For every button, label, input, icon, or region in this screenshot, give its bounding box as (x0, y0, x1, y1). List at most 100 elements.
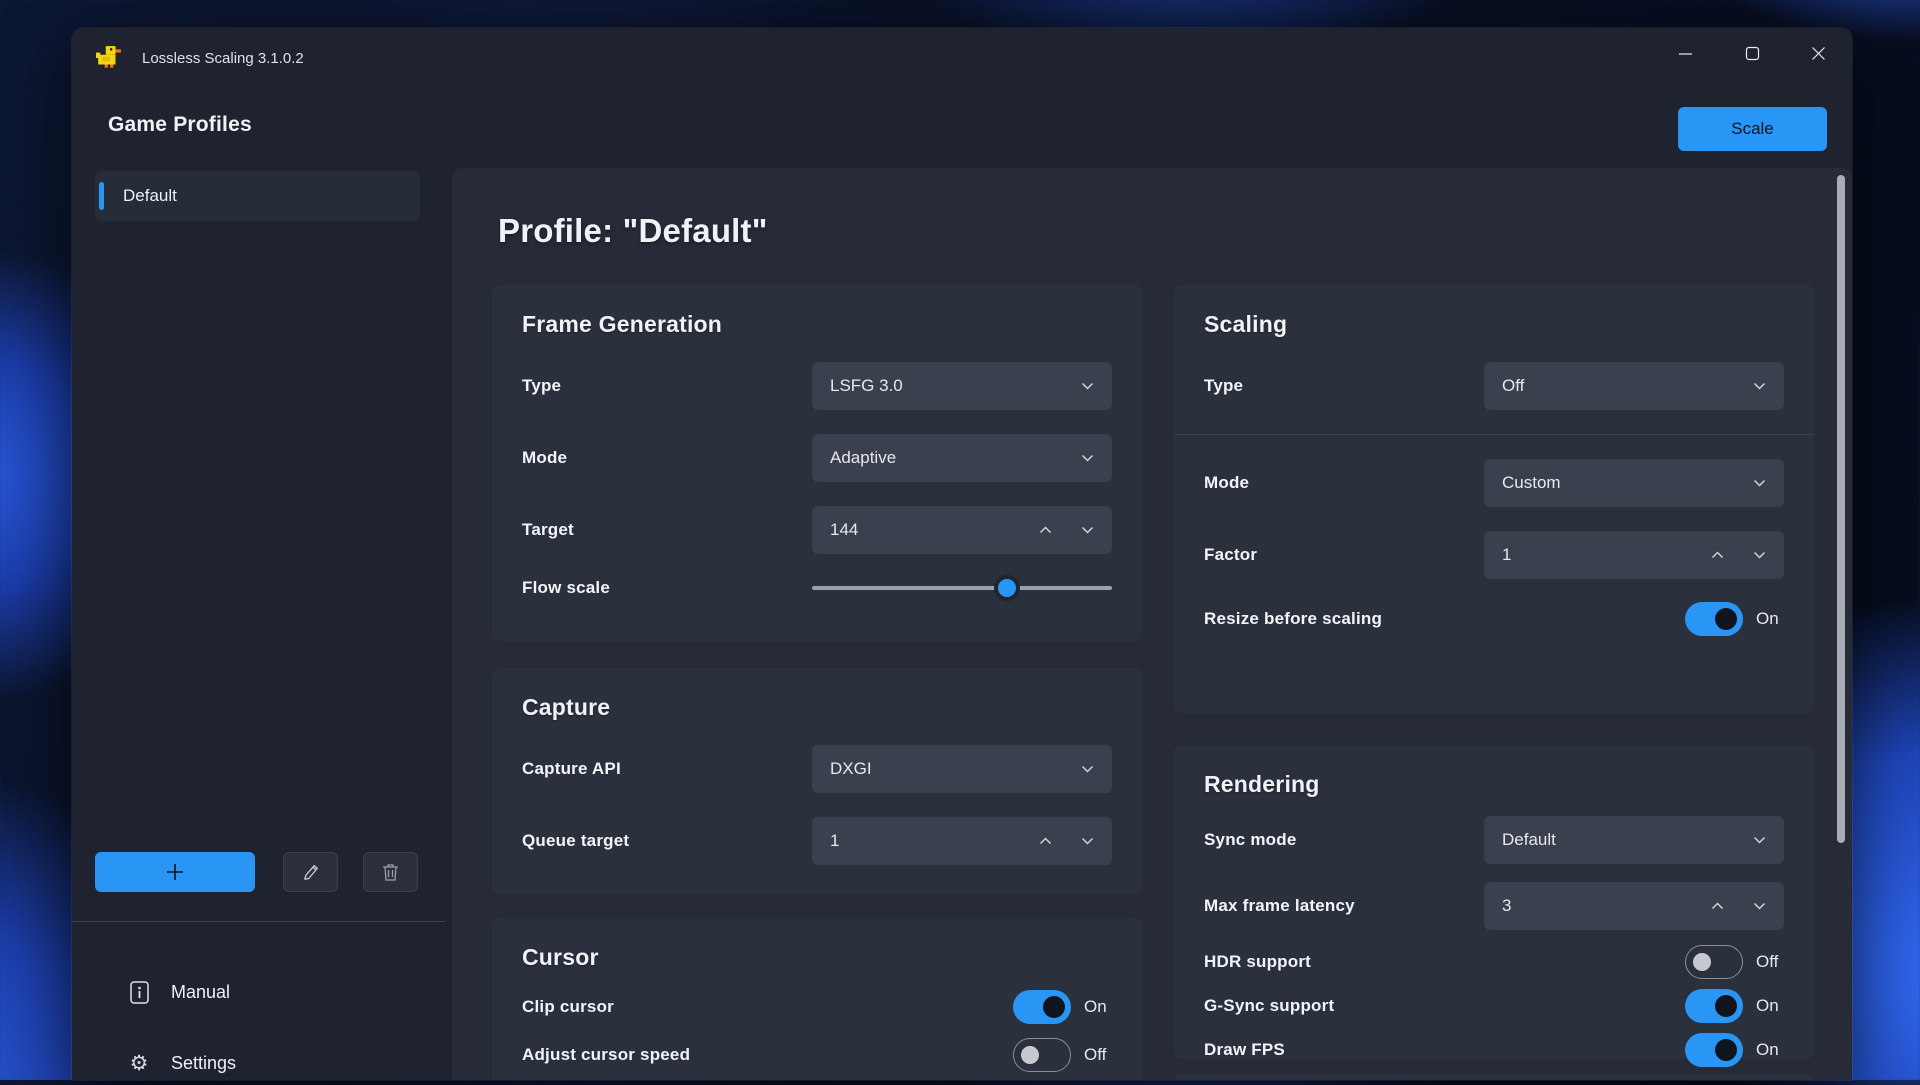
max-frame-latency-stepper[interactable]: 3 (1484, 882, 1784, 930)
sidebar-item-settings[interactable]: ⚙ Settings (72, 1041, 445, 1085)
chevron-down-icon (1081, 764, 1094, 774)
app-logo-duck-icon (96, 45, 122, 71)
sync-mode-dropdown[interactable]: Default (1484, 816, 1784, 864)
chevron-up-icon[interactable] (1711, 550, 1724, 560)
toggle-knob (1715, 1039, 1737, 1061)
chevron-down-icon (1081, 453, 1094, 463)
vertical-scrollbar-thumb[interactable] (1837, 175, 1845, 843)
toggle-knob (1021, 1046, 1039, 1064)
capture-api-dropdown[interactable]: DXGI (812, 745, 1112, 793)
scaling-type-dropdown[interactable]: Off (1484, 362, 1784, 410)
fg-type-dropdown[interactable]: LSFG 3.0 (812, 362, 1112, 410)
chevron-up-icon[interactable] (1039, 525, 1052, 535)
adjust-cursor-speed-toggle[interactable] (1013, 1038, 1071, 1072)
fg-mode-dropdown[interactable]: Adaptive (812, 434, 1112, 482)
toggle-knob (1715, 608, 1737, 630)
fg-target-label: Target (522, 520, 574, 540)
scaling-mode-dropdown[interactable]: Custom (1484, 459, 1784, 507)
fg-flow-scale-label: Flow scale (522, 578, 610, 598)
partial-card (1174, 1074, 1814, 1080)
profile-item-label: Default (123, 186, 177, 206)
fg-type-label: Type (522, 376, 561, 396)
scale-button[interactable]: Scale (1678, 107, 1827, 151)
sidebar-item-profile-default[interactable]: Default (95, 171, 420, 221)
resize-before-scaling-label: Resize before scaling (1204, 609, 1382, 629)
chevron-down-icon[interactable] (1081, 836, 1094, 846)
toggle-knob (1693, 953, 1711, 971)
chevron-down-icon (1753, 478, 1766, 488)
fg-mode-label: Mode (522, 448, 567, 468)
clip-cursor-label: Clip cursor (522, 997, 614, 1017)
chevron-down-icon[interactable] (1081, 525, 1094, 535)
adjust-cursor-speed-state: Off (1084, 1045, 1112, 1065)
chevron-down-icon (1753, 381, 1766, 391)
gear-icon: ⚙ (127, 1053, 151, 1074)
rendering-card: Rendering Sync mode Default Max frame la… (1174, 745, 1814, 1059)
clip-cursor-state: On (1084, 997, 1112, 1017)
card-title: Capture (522, 694, 1112, 721)
active-profile-indicator (99, 182, 104, 210)
resize-before-scaling-state: On (1756, 609, 1784, 629)
hdr-support-toggle[interactable] (1685, 945, 1743, 979)
main-content-panel: Profile: "Default" Frame Generation Type… (452, 168, 1852, 1080)
page-title: Game Profiles (108, 113, 252, 137)
queue-target-stepper[interactable]: 1 (812, 817, 1112, 865)
scaling-divider (1174, 434, 1814, 435)
profile-heading: Profile: "Default" (498, 212, 768, 250)
flow-scale-slider-track[interactable] (812, 586, 1112, 590)
chevron-down-icon[interactable] (1753, 550, 1766, 560)
sidebar-item-manual[interactable]: Manual (72, 970, 445, 1014)
capture-card: Capture Capture API DXGI Queue target 1 (492, 668, 1142, 894)
flow-scale-slider[interactable] (812, 574, 1112, 602)
trash-icon (382, 863, 399, 881)
settings-label: Settings (171, 1053, 236, 1074)
manual-label: Manual (171, 982, 230, 1003)
window-title: Lossless Scaling 3.1.0.2 (142, 50, 304, 67)
card-title: Cursor (522, 944, 1112, 971)
flow-scale-slider-thumb[interactable] (994, 575, 1020, 601)
chevron-up-icon[interactable] (1711, 901, 1724, 911)
capture-api-label: Capture API (522, 759, 621, 779)
scaling-factor-label: Factor (1204, 545, 1257, 565)
adjust-cursor-speed-label: Adjust cursor speed (522, 1045, 690, 1065)
edit-profile-button[interactable] (283, 852, 338, 892)
gsync-support-toggle[interactable] (1685, 989, 1743, 1023)
card-title: Frame Generation (522, 311, 1112, 338)
delete-profile-button[interactable] (363, 852, 418, 892)
chevron-up-icon[interactable] (1039, 836, 1052, 846)
clip-cursor-toggle[interactable] (1013, 990, 1071, 1024)
draw-fps-state: On (1756, 1040, 1784, 1060)
queue-target-label: Queue target (522, 831, 629, 851)
resize-before-scaling-toggle[interactable] (1685, 602, 1743, 636)
chevron-down-icon (1753, 835, 1766, 845)
close-icon[interactable] (1796, 36, 1840, 70)
add-profile-button[interactable] (95, 852, 255, 892)
sync-mode-label: Sync mode (1204, 830, 1297, 850)
card-title: Scaling (1204, 311, 1784, 338)
max-frame-latency-label: Max frame latency (1204, 896, 1355, 916)
frame-generation-card: Frame Generation Type LSFG 3.0 Mode Adap… (492, 285, 1142, 641)
scaling-card: Scaling Type Off Mode Custom Factor 1 (1174, 285, 1814, 713)
fg-target-stepper[interactable]: 144 (812, 506, 1112, 554)
pencil-icon (302, 863, 320, 881)
toggle-knob (1043, 996, 1065, 1018)
maximize-button[interactable] (1730, 36, 1774, 70)
chevron-down-icon (1081, 381, 1094, 391)
gsync-support-state: On (1756, 996, 1784, 1016)
chevron-down-icon[interactable] (1753, 901, 1766, 911)
plus-icon (166, 863, 184, 881)
toggle-knob (1715, 995, 1737, 1017)
minimize-button[interactable] (1663, 36, 1707, 70)
scaling-factor-stepper[interactable]: 1 (1484, 531, 1784, 579)
gsync-support-label: G-Sync support (1204, 996, 1334, 1016)
scaling-mode-label: Mode (1204, 473, 1249, 493)
scaling-type-label: Type (1204, 376, 1243, 396)
sidebar-divider (72, 921, 445, 922)
draw-fps-label: Draw FPS (1204, 1040, 1285, 1060)
hdr-support-state: Off (1756, 952, 1784, 972)
manual-book-icon (127, 981, 151, 1004)
cursor-card: Cursor Clip cursor On Adjust cursor spee… (492, 918, 1142, 1080)
card-title: Rendering (1204, 771, 1784, 798)
draw-fps-toggle[interactable] (1685, 1033, 1743, 1067)
app-window: Lossless Scaling 3.1.0.2 Game Profiles S… (72, 28, 1852, 1080)
